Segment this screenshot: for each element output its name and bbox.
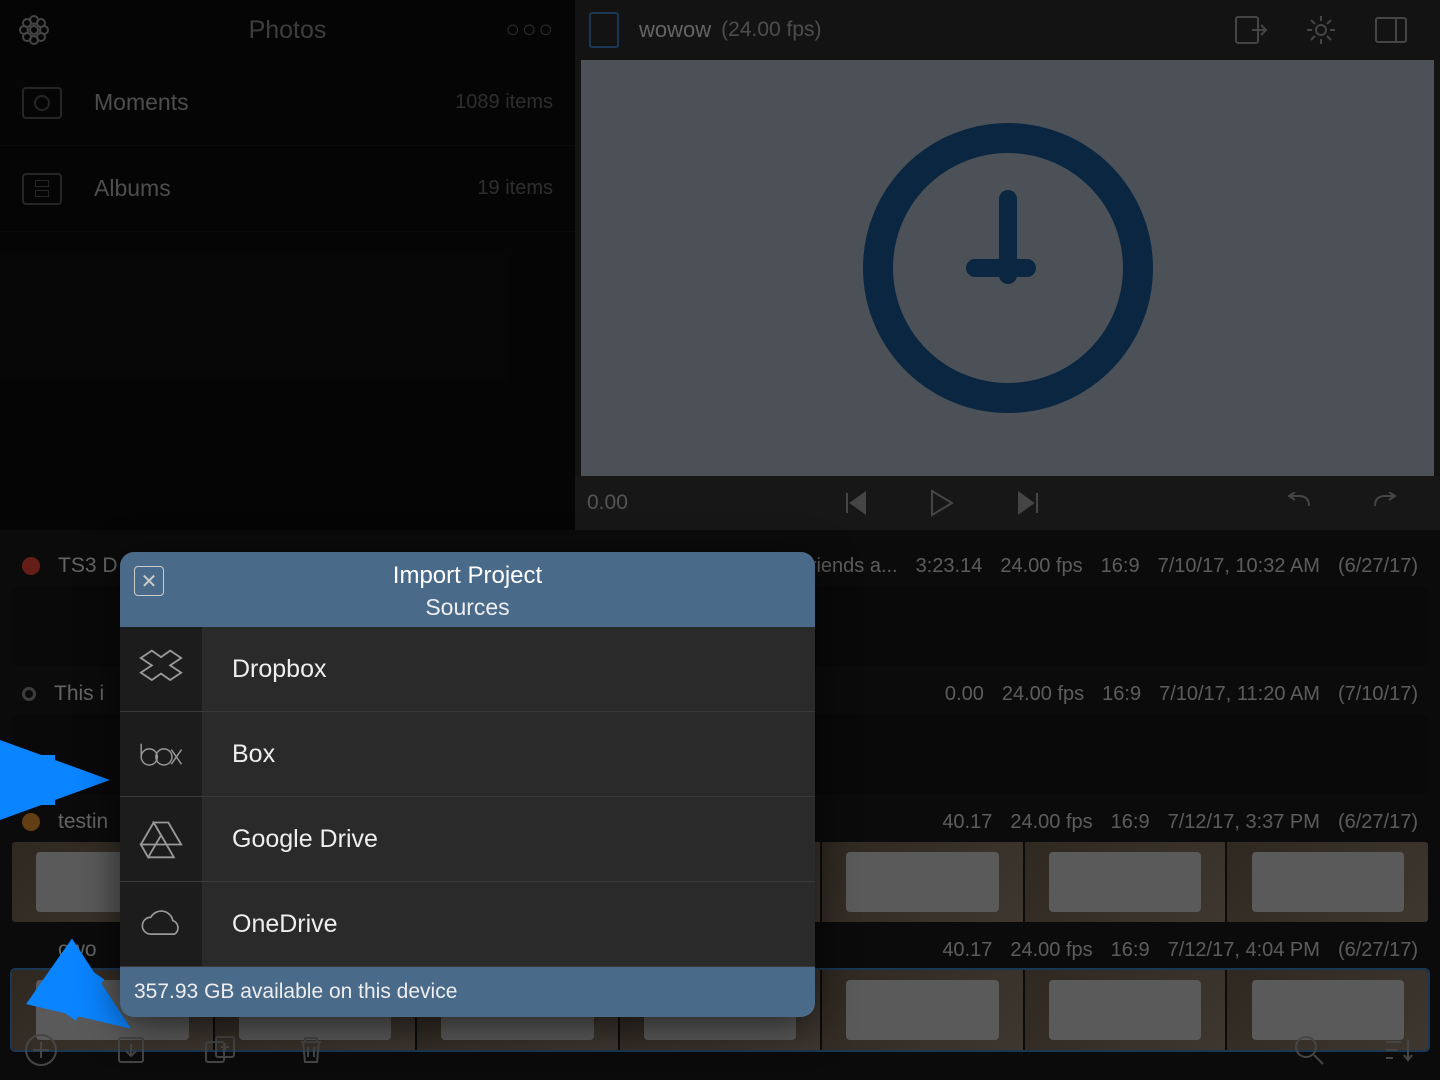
modal-title: Import Project <box>120 552 815 590</box>
import-project-modal: ✕ Import Project Sources Dropbox Box Googl… <box>120 552 815 1017</box>
storage-available: 357.93 GB available on this device <box>120 967 815 1017</box>
box-icon <box>120 712 202 796</box>
source-box[interactable]: Box <box>120 712 815 797</box>
source-dropbox[interactable]: Dropbox <box>120 627 815 712</box>
modal-subtitle: Sources <box>120 590 815 621</box>
close-button[interactable]: ✕ <box>134 566 164 596</box>
google-drive-icon <box>120 797 202 881</box>
source-label: Dropbox <box>202 655 327 684</box>
source-label: Box <box>202 740 275 769</box>
source-onedrive[interactable]: OneDrive <box>120 882 815 967</box>
source-google-drive[interactable]: Google Drive <box>120 797 815 882</box>
onedrive-icon <box>120 882 202 966</box>
source-label: Google Drive <box>202 825 378 854</box>
dropbox-icon <box>120 627 202 711</box>
tutorial-arrow <box>0 740 110 820</box>
source-label: OneDrive <box>202 910 338 939</box>
